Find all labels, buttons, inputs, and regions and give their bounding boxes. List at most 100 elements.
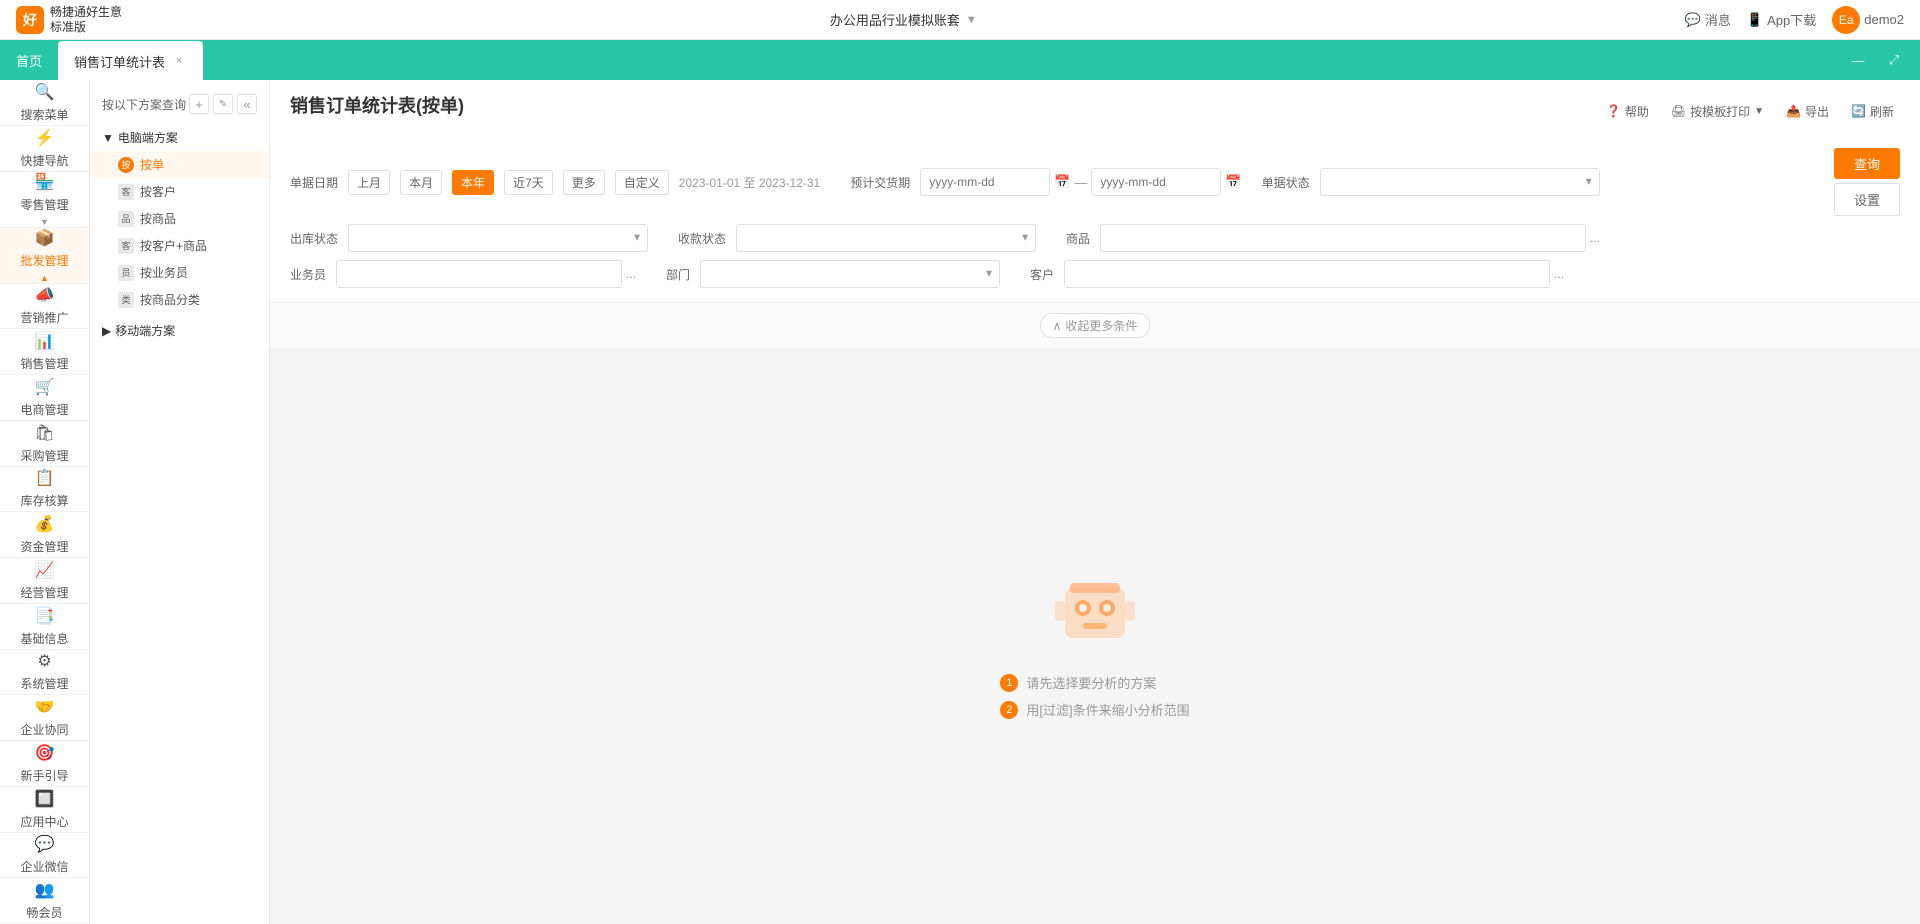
sidebar-item-appstore[interactable]: 🔲 应用中心 — [0, 787, 89, 833]
sidebar-item-member-label: 畅会员 — [26, 904, 62, 921]
basic-icon: 📑 — [35, 606, 55, 626]
sidebar-item-ecommerce[interactable]: 🛒 电商管理 — [0, 375, 89, 421]
help-button[interactable]: ❓ 帮助 — [1600, 101, 1655, 122]
mobile-scheme-title[interactable]: ▶ 移动端方案 — [90, 317, 269, 344]
scheme-icon-by-product: 品 — [118, 211, 134, 227]
left-panel-header-text: 按以下方案查询 — [102, 96, 186, 113]
scheme-icon-by-customer: 客 — [118, 184, 134, 200]
user-area[interactable]: Ea demo2 — [1832, 6, 1904, 34]
status-select[interactable] — [1320, 168, 1600, 196]
inventory-icon: 📋 — [35, 468, 55, 488]
sidebar-item-management[interactable]: 📈 经营管理 — [0, 558, 89, 604]
tab-close-icon[interactable]: × — [171, 53, 187, 69]
system-icon: ⚙ — [37, 651, 51, 671]
last7days-button[interactable]: 近7天 — [504, 170, 553, 195]
salesperson-ellipsis[interactable]: ... — [626, 267, 636, 281]
sidebar-item-search[interactable]: 🔍 搜索菜单 — [0, 80, 89, 126]
sidebar-item-member[interactable]: 👥 畅会员 — [0, 878, 89, 924]
edit-scheme-button[interactable]: ✎ — [213, 94, 233, 114]
add-scheme-button[interactable]: + — [189, 94, 209, 114]
date-dash: — — [1074, 175, 1087, 190]
current-year-button[interactable]: 本年 — [452, 170, 494, 195]
custom-date-button[interactable]: 自定义 — [615, 170, 669, 195]
sidebar-item-appstore-label: 应用中心 — [20, 813, 68, 830]
scheme-item-by-order[interactable]: 按 按单 — [90, 151, 269, 178]
collapse-bar[interactable]: ∧ 收起更多条件 — [270, 302, 1920, 348]
date-range-display: 2023-01-01 至 2023-12-31 — [679, 174, 820, 191]
empty-illustration — [1045, 553, 1145, 653]
tab-minimize-button[interactable]: — — [1844, 46, 1872, 74]
sidebar-item-enterprise[interactable]: 🤝 企业协同 — [0, 695, 89, 741]
sidebar-item-newguide[interactable]: 🎯 新手引导 — [0, 741, 89, 787]
product-ellipsis[interactable]: ... — [1590, 231, 1600, 245]
scheme-item-by-product[interactable]: 品 按商品 — [90, 205, 269, 232]
tab-bar: 首页 销售订单统计表 × — ⤢ — [0, 40, 1920, 80]
enterprise-icon: 🤝 — [35, 697, 55, 717]
sidebar-item-system[interactable]: ⚙ 系统管理 — [0, 650, 89, 696]
last-month-button[interactable]: 上月 — [348, 170, 390, 195]
customer-ellipsis[interactable]: ... — [1554, 267, 1564, 281]
appstore-icon: 🔲 — [35, 789, 55, 809]
header-actions-right: ❓ 帮助 🖨 按模板打印 ▼ 📤 导出 🔄 刷新 — [1600, 101, 1900, 122]
sidebar-item-finance[interactable]: 💰 资金管理 — [0, 512, 89, 558]
message-button[interactable]: 💬 消息 — [1685, 10, 1731, 29]
expected-date-range: 📅 — 📅 — [920, 168, 1241, 196]
current-month-button[interactable]: 本月 — [400, 170, 442, 195]
top-bar-center[interactable]: 办公用品行业模拟账套 ▼ — [830, 10, 977, 29]
reset-button[interactable]: 设置 — [1834, 183, 1900, 216]
search-button[interactable]: 查询 — [1834, 148, 1900, 179]
sidebar-item-retail[interactable]: 🏪 零售管理 ▼ — [0, 172, 89, 228]
logo-area: 好 畅捷通好生意 标准版 — [16, 5, 122, 34]
print-dropdown-icon[interactable]: ▼ — [1754, 106, 1764, 117]
export-button[interactable]: 📤 导出 — [1780, 101, 1835, 122]
outbound-select[interactable] — [348, 224, 648, 252]
scheme-item-by-salesperson[interactable]: 员 按业务员 — [90, 259, 269, 286]
refresh-button[interactable]: 🔄 刷新 — [1845, 101, 1900, 122]
sidebar-item-marketing[interactable]: 📣 营销推广 — [0, 284, 89, 330]
expected-date-end[interactable] — [1091, 168, 1221, 196]
app-download-button[interactable]: 📱 App下载 — [1747, 10, 1816, 29]
sidebar-item-quicknav[interactable]: ⚡ 快捷导航 — [0, 126, 89, 172]
outbound-label: 出库状态 — [290, 230, 338, 247]
sidebar-item-wholesale[interactable]: 📦 批发管理 ▲ — [0, 228, 89, 284]
scheme-item-by-category[interactable]: 类 按商品分类 — [90, 286, 269, 313]
sidebar-item-wholesale-label: 批发管理 — [20, 252, 68, 269]
sidebar-item-basic-label: 基础信息 — [20, 630, 68, 647]
sidebar-item-wechat[interactable]: 💬 企业微信 — [0, 833, 89, 879]
more-date-button[interactable]: 更多 — [563, 170, 605, 195]
purchase-icon: 🛍 — [34, 423, 54, 443]
sidebar-item-basic[interactable]: 📑 基础信息 — [0, 604, 89, 650]
sidebar: 🔍 搜索菜单 ⚡ 快捷导航 🏪 零售管理 ▼ 📦 批发管理 ▲ 📣 营销推广 📊… — [0, 80, 90, 924]
department-select[interactable] — [700, 260, 1000, 288]
calendar-icon-start[interactable]: 📅 — [1054, 174, 1070, 190]
company-dropdown-icon[interactable]: ▼ — [966, 14, 977, 26]
calendar-icon-end[interactable]: 📅 — [1225, 174, 1241, 190]
search-reset-buttons: 查询 设置 — [1834, 148, 1900, 216]
print-icon: 🖨 — [1671, 104, 1686, 118]
tab-sales-order[interactable]: 销售订单统计表 × — [58, 41, 203, 81]
product-label: 商品 — [1066, 230, 1090, 247]
salesperson-input[interactable] — [336, 260, 622, 288]
date-label: 单据日期 — [290, 174, 338, 191]
pc-scheme-title[interactable]: ▼ 电脑端方案 — [90, 124, 269, 151]
top-bar-right: 💬 消息 📱 App下载 Ea demo2 — [1685, 6, 1904, 34]
tab-maximize-button[interactable]: ⤢ — [1880, 46, 1908, 74]
product-input[interactable] — [1100, 224, 1586, 252]
scheme-icon-by-category: 类 — [118, 292, 134, 308]
sidebar-item-sales[interactable]: 📊 销售管理 — [0, 329, 89, 375]
scheme-item-by-customer[interactable]: 客 按客户 — [90, 178, 269, 205]
wholesale-dropdown-icon: ▲ — [40, 273, 49, 283]
print-button[interactable]: 🖨 按模板打印 ▼ — [1665, 101, 1770, 122]
product-field-wrapper: ... — [1100, 224, 1600, 252]
help-icon: ❓ — [1606, 104, 1621, 118]
collapse-button[interactable]: ∧ 收起更多条件 — [1040, 313, 1151, 338]
collapse-panel-button[interactable]: « — [237, 94, 257, 114]
scheme-item-by-customer-product[interactable]: 客 按客户+商品 — [90, 232, 269, 259]
expected-date-start[interactable] — [920, 168, 1050, 196]
payment-select[interactable] — [736, 224, 1036, 252]
customer-input[interactable] — [1064, 260, 1550, 288]
sidebar-item-purchase[interactable]: 🛍 采购管理 — [0, 421, 89, 467]
sidebar-item-inventory[interactable]: 📋 库存核算 — [0, 467, 89, 513]
tab-home[interactable]: 首页 — [0, 40, 58, 80]
department-select-wrapper: ▼ — [700, 260, 1000, 288]
